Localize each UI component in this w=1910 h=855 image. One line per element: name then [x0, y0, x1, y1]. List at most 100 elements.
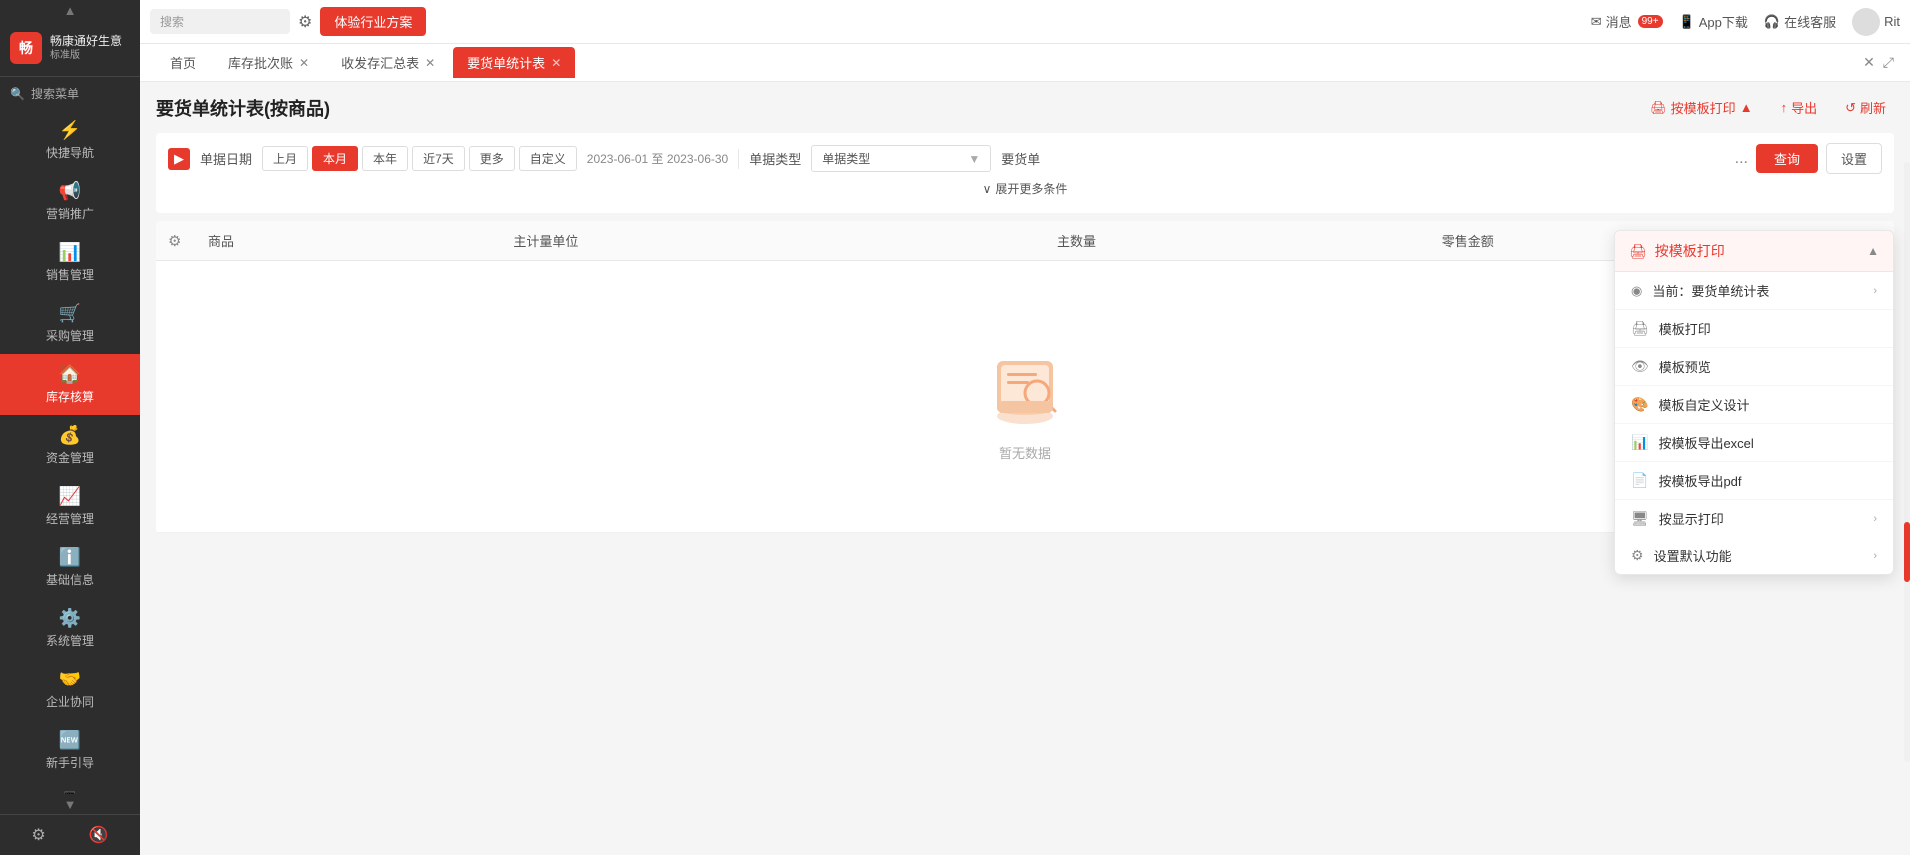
- sidebar-item-quick-nav[interactable]: ⚡ 快捷导航: [0, 110, 140, 171]
- tab-home[interactable]: 首页: [156, 47, 210, 78]
- purchase-icon: 🛒: [59, 303, 81, 324]
- date-btn-prev-month[interactable]: 上月: [262, 146, 308, 171]
- dropdown-item-export-pdf[interactable]: 📄 按模板导出pdf: [1615, 462, 1893, 500]
- date-btn-more[interactable]: 更多: [469, 146, 515, 171]
- tab-batch-account[interactable]: 库存批次账 ✕: [214, 47, 323, 78]
- printer-icon: 🖨: [1650, 100, 1667, 116]
- mute-bottom-btn[interactable]: 🔇: [89, 825, 109, 845]
- sidebar-item-marketing[interactable]: 📢 营销推广: [0, 171, 140, 232]
- table-settings-icon[interactable]: ⚙: [168, 233, 181, 250]
- scroll-down-arrow[interactable]: ▼: [0, 794, 140, 814]
- sidebar-bottom: ⚙ 🔇: [0, 814, 140, 855]
- sales-icon: 📊: [59, 242, 81, 263]
- scroll-up-arrow[interactable]: ▲: [0, 0, 140, 20]
- tab-close-collection[interactable]: ✕: [425, 56, 435, 70]
- tab-collection-summary[interactable]: 收发存汇总表 ✕: [327, 47, 449, 78]
- dropdown-item-template-design[interactable]: 🎨 模板自定义设计: [1615, 386, 1893, 424]
- sidebar-item-system[interactable]: ⚙️ 系统管理: [0, 598, 140, 659]
- refresh-btn[interactable]: ↺ 刷新: [1837, 94, 1894, 121]
- sidebar-item-corp[interactable]: 🤝 企业协同: [0, 659, 140, 720]
- more-dots-icon[interactable]: ...: [1735, 150, 1748, 168]
- tab-close-batch[interactable]: ✕: [299, 56, 309, 70]
- filter-divider: [738, 149, 739, 169]
- date-btn-this-month[interactable]: 本月: [312, 146, 358, 171]
- print-dropdown: 🖨 按模板打印 ▲ ◉ 当前：要货单统计表 › 🖨 模板打印 👁 模板预览: [1614, 230, 1894, 575]
- messages-badge: 99+: [1638, 15, 1663, 28]
- sidebar-item-label: 经营管理: [46, 510, 94, 527]
- tab-close-all-icon[interactable]: ✕: [1863, 54, 1875, 71]
- expand-down-icon: ∨: [983, 182, 992, 196]
- page-title: 要货单统计表(按商品): [156, 95, 330, 121]
- sidebar: ▲ 畅 畅康通好生意 标准版 🔍 搜索菜单 ⚡ 快捷导航 📢 营销推广 📊 销售…: [0, 0, 140, 855]
- print-item-icon: 🖨: [1631, 320, 1649, 337]
- tabs-right-controls: ✕ ⤢: [1863, 54, 1894, 71]
- messages-btn[interactable]: ✉ 消息 99+: [1591, 12, 1663, 31]
- empty-illustration: [975, 331, 1075, 431]
- print-template-btn[interactable]: 🖨 按模板打印 ▲: [1642, 94, 1760, 121]
- page-actions: 🖨 按模板打印 ▲ ↑ 导出 ↺ 刷新: [1642, 94, 1894, 121]
- basic-icon: ℹ️: [59, 547, 81, 568]
- dropdown-item-export-excel[interactable]: 📊 按模板导出excel: [1615, 424, 1893, 462]
- date-range-display: 2023-06-01 至 2023-06-30: [587, 150, 728, 167]
- operation-icon: 📈: [59, 486, 81, 507]
- dropdown-current-template[interactable]: ◉ 当前：要货单统计表 ›: [1615, 272, 1893, 310]
- gear-icon[interactable]: ⚙: [298, 12, 312, 32]
- settings-bottom-btn[interactable]: ⚙: [31, 825, 45, 845]
- set-default-icon: ⚙: [1631, 547, 1644, 564]
- tab-maximize-icon[interactable]: ⤢: [1883, 54, 1894, 71]
- dropdown-item-template-print[interactable]: 🖨 模板打印: [1615, 310, 1893, 348]
- corp-icon: 🤝: [59, 669, 81, 690]
- expand-more-row[interactable]: ∨ 展开更多条件: [168, 174, 1882, 203]
- filter-expand-icon[interactable]: ▶: [168, 148, 190, 170]
- dropdown-header-title-area: 🖨 按模板打印: [1629, 241, 1725, 261]
- sidebar-item-label: 采购管理: [46, 327, 94, 344]
- tab-order-summary[interactable]: 要货单统计表 ✕: [453, 47, 575, 78]
- date-filter: 上月 本月 本年 近7天 更多 自定义: [262, 146, 577, 171]
- dropdown-sub-set-default[interactable]: ⚙ 设置默认功能 ›: [1615, 537, 1893, 574]
- main-area: 搜索 ⚙ 体验行业方案 ✉ 消息 99+ 📱 App下载 🎧 在线客服 Rit: [140, 0, 1910, 855]
- dropdown-item-label: 模板打印: [1659, 319, 1711, 338]
- query-btn[interactable]: 查询: [1756, 144, 1818, 173]
- sidebar-item-label: 企业协同: [46, 693, 94, 710]
- dropdown-collapse-up-icon[interactable]: ▲: [1867, 244, 1879, 258]
- sidebar-item-app[interactable]: 📱 应用中心: [0, 781, 140, 794]
- current-template-label: 当前：要货单统计表: [1652, 281, 1769, 300]
- dropdown-item-label: 模板预览: [1659, 357, 1711, 376]
- dropdown-title: 按模板打印: [1655, 241, 1725, 261]
- dropdown-sub-display-print[interactable]: 🖥 按显示打印 ›: [1615, 500, 1893, 537]
- sidebar-item-label: 快捷导航: [46, 144, 94, 161]
- design-item-icon: 🎨: [1631, 396, 1648, 413]
- type-filter-select[interactable]: 单据类型 ▼: [811, 145, 991, 172]
- col-quantity: 主数量: [1045, 221, 1430, 261]
- sidebar-item-label: 销售管理: [46, 266, 94, 283]
- preview-item-icon: 👁: [1631, 358, 1649, 375]
- date-btn-7days[interactable]: 近7天: [412, 146, 465, 171]
- dropdown-header-controls: ▲: [1867, 244, 1879, 258]
- online-service-btn[interactable]: 🎧 在线客服: [1764, 12, 1836, 31]
- sidebar-item-inventory[interactable]: 🏠 库存核算: [0, 354, 140, 415]
- user-avatar-area[interactable]: Rit: [1852, 8, 1900, 36]
- sidebar-item-purchase[interactable]: 🛒 采购管理: [0, 293, 140, 354]
- export-btn[interactable]: ↑ 导出: [1773, 94, 1826, 121]
- sidebar-item-finance[interactable]: 💰 资金管理: [0, 415, 140, 476]
- sidebar-item-basic[interactable]: ℹ️ 基础信息: [0, 537, 140, 598]
- excel-item-icon: 📊: [1631, 434, 1648, 451]
- page-content: 要货单统计表(按商品) 🖨 按模板打印 ▲ ↑ 导出 ↺ 刷新: [140, 82, 1910, 855]
- right-scrollbar[interactable]: [1904, 162, 1910, 762]
- sidebar-search[interactable]: 🔍 搜索菜单: [0, 77, 140, 110]
- logo-sub: 标准版: [50, 49, 122, 63]
- settings-btn[interactable]: 设置: [1826, 143, 1882, 174]
- dropdown-item-label: 按模板导出pdf: [1658, 471, 1741, 490]
- sidebar-item-operation[interactable]: 📈 经营管理: [0, 476, 140, 537]
- sidebar-item-sales[interactable]: 📊 销售管理: [0, 232, 140, 293]
- dropdown-item-template-preview[interactable]: 👁 模板预览: [1615, 348, 1893, 386]
- export-icon: ↑: [1781, 100, 1788, 115]
- tab-close-order[interactable]: ✕: [551, 56, 561, 70]
- date-btn-custom[interactable]: 自定义: [519, 146, 577, 171]
- sidebar-item-label: 库存核算: [46, 388, 94, 405]
- sidebar-item-label: 资金管理: [46, 449, 94, 466]
- date-btn-this-year[interactable]: 本年: [362, 146, 408, 171]
- app-download-btn[interactable]: 📱 App下载: [1679, 12, 1748, 31]
- sidebar-item-guide[interactable]: 🆕 新手引导: [0, 720, 140, 781]
- experience-btn[interactable]: 体验行业方案: [320, 7, 426, 36]
